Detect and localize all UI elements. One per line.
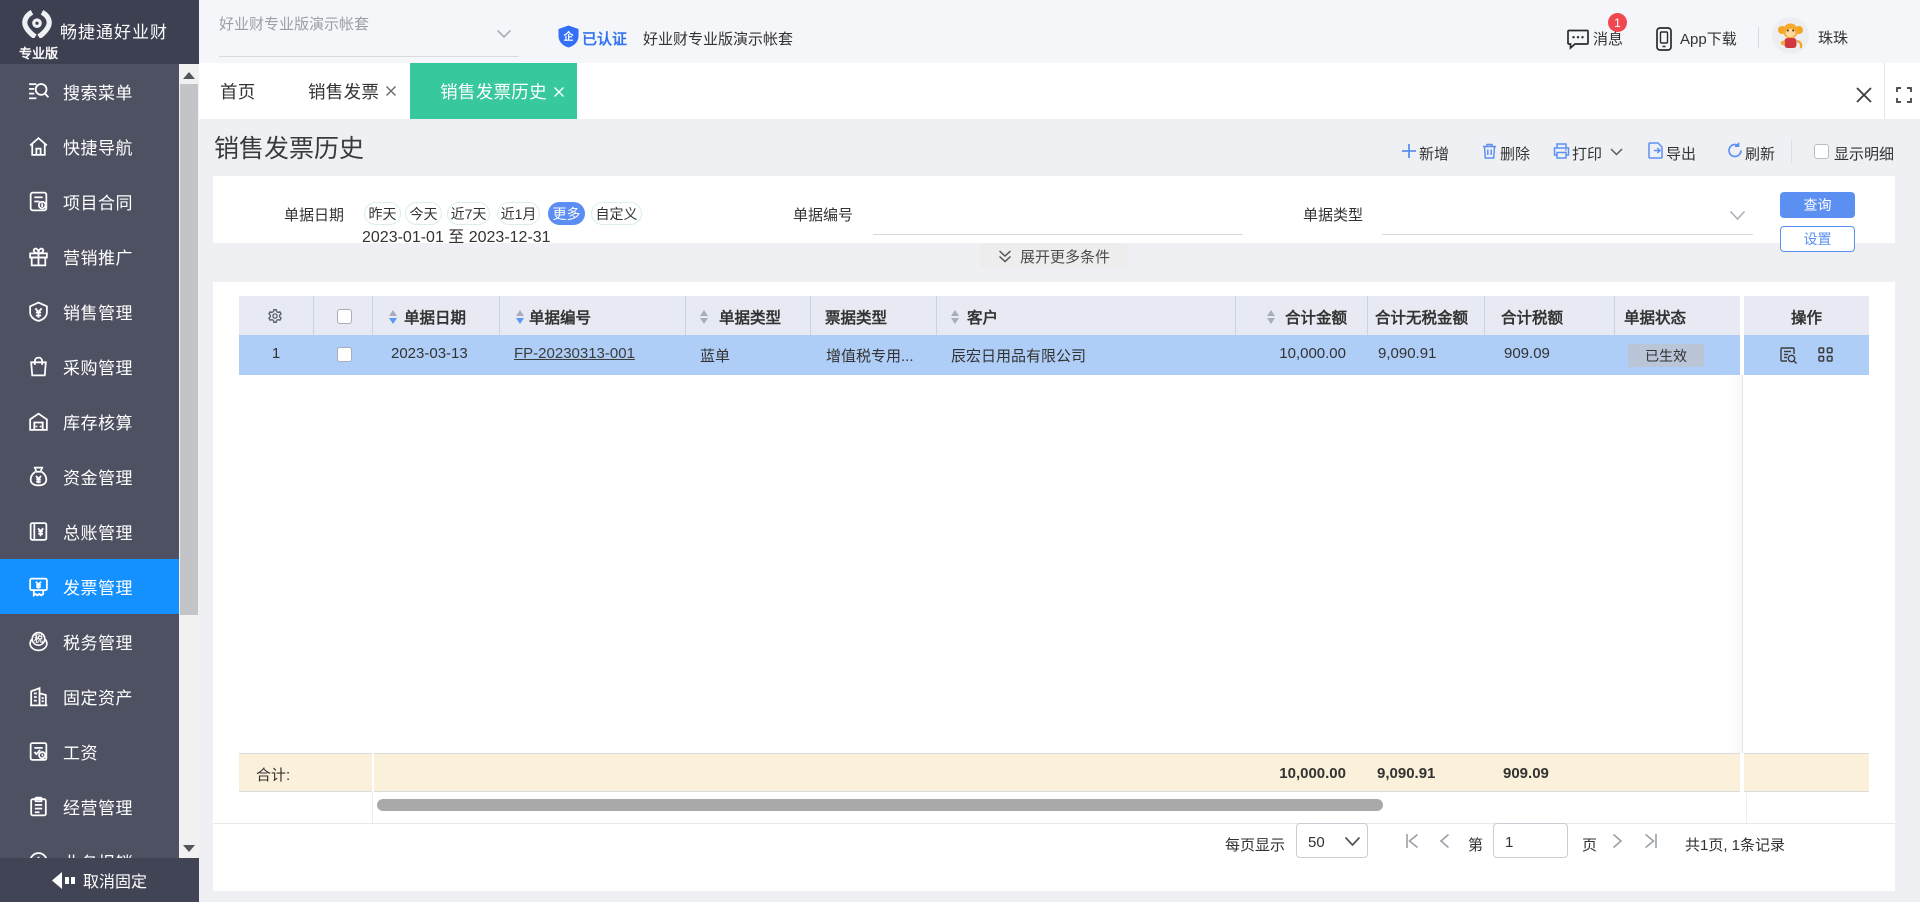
svg-text:税: 税: [34, 633, 43, 644]
svg-text:企: 企: [563, 30, 575, 43]
